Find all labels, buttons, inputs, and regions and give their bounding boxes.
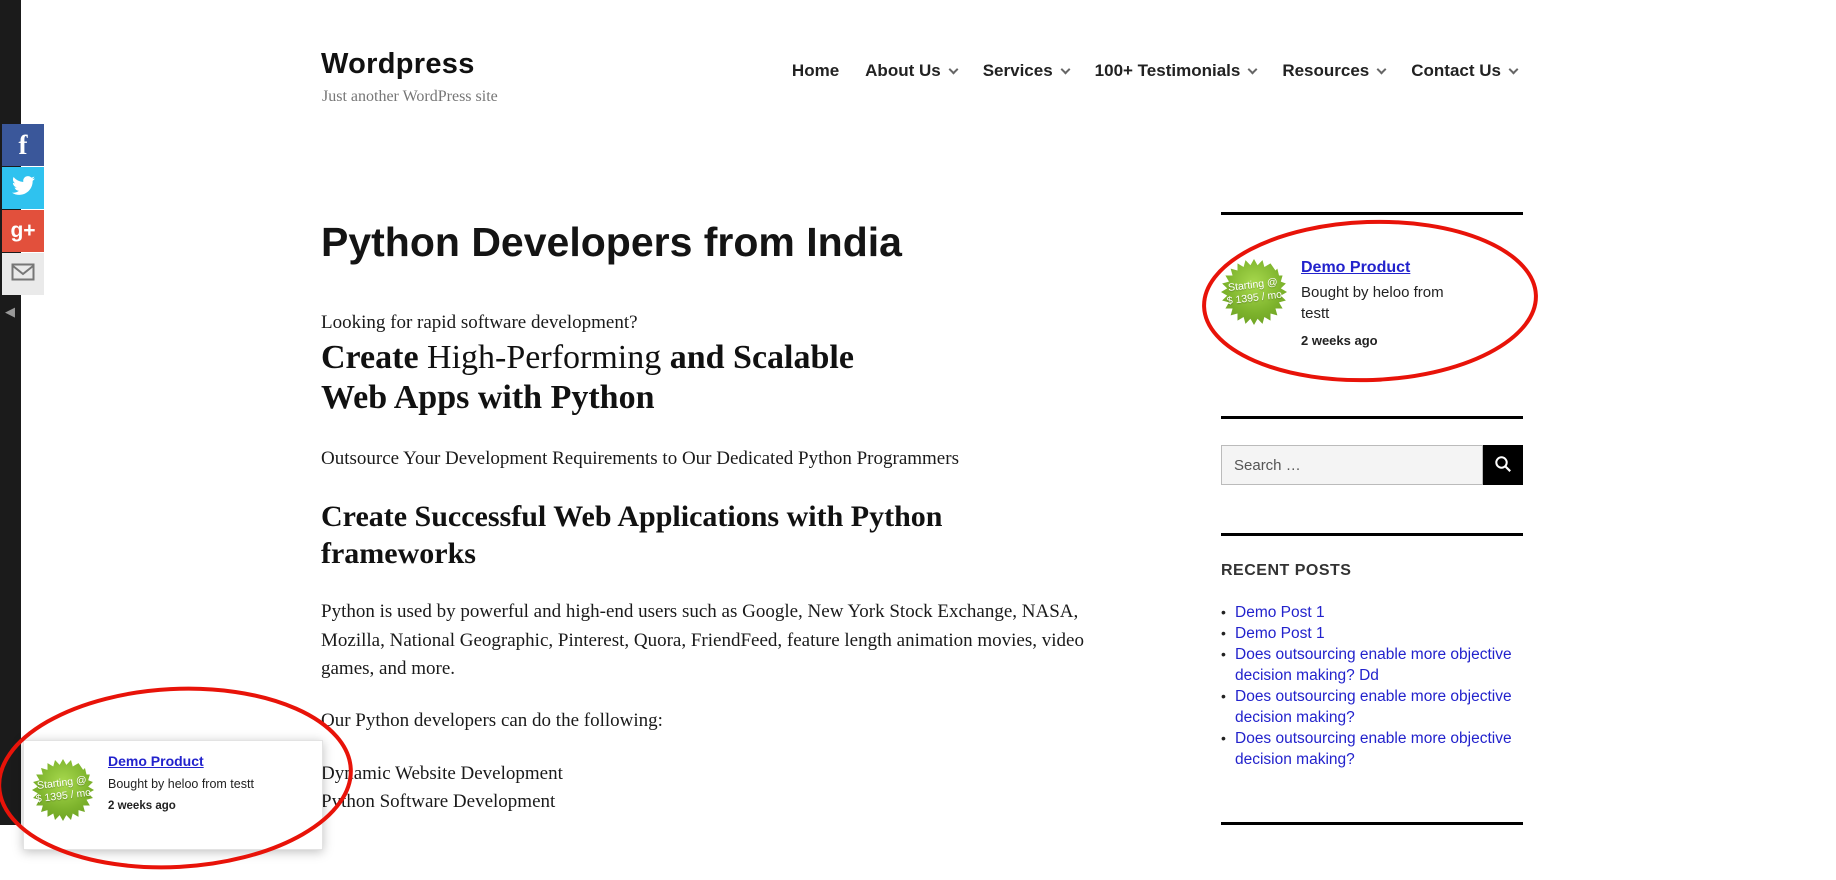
main-navigation: Home About Us Services 100+ Testimonials…: [779, 60, 1530, 82]
nav-label: Services: [982, 61, 1053, 80]
hide-social-bar-arrow-icon[interactable]: ◀: [5, 304, 15, 320]
twitter-icon: [11, 174, 35, 202]
notification-time: 2 weeks ago: [1301, 333, 1378, 348]
headline-part: High-Performing: [427, 339, 662, 376]
chevron-down-icon: [1060, 64, 1071, 75]
social-share-bar: f g+ ◀: [2, 124, 44, 321]
dev-capability-item: Dynamic Website Development: [321, 762, 563, 784]
body-paragraph: Python is used by powerful and high-end …: [321, 601, 1084, 679]
nav-label: Contact Us: [1411, 61, 1501, 80]
popup-body: Demo Product Bought by heloo from testt …: [108, 753, 254, 849]
dev-capability-item: Python Software Development: [321, 790, 556, 812]
headline-part: Create: [321, 339, 428, 376]
nav-label: About Us: [865, 61, 941, 80]
google-plus-share-button[interactable]: g+: [2, 210, 44, 252]
recent-post-link[interactable]: Demo Post 1: [1221, 602, 1523, 623]
google-plus-icon: g+: [10, 219, 36, 242]
price-badge: Starting @ $ 1395 / mo: [1221, 259, 1287, 325]
recent-post-link[interactable]: Does outsourcing enable more objective d…: [1221, 644, 1523, 686]
headline: Create High-Performing and Scalable Web …: [321, 338, 921, 418]
site-tagline: Just another WordPress site: [322, 88, 498, 105]
search-widget: [1221, 445, 1523, 485]
nav-item-services[interactable]: Services: [970, 60, 1082, 82]
recent-post-link[interactable]: Does outsourcing enable more objective d…: [1221, 728, 1523, 770]
nav-item-home[interactable]: Home: [779, 60, 852, 82]
chevron-down-icon: [1247, 64, 1258, 75]
section-heading: Create Successful Web Applications with …: [321, 500, 943, 570]
widget-divider: [1221, 212, 1523, 215]
notification-message: Bought by heloo from testt: [108, 777, 254, 791]
site-title[interactable]: Wordpress: [321, 48, 475, 81]
recent-post-link[interactable]: Demo Post 1: [1221, 623, 1523, 644]
search-icon: [1494, 455, 1512, 476]
nav-item-contact-us[interactable]: Contact Us: [1398, 60, 1530, 82]
notification-time: 2 weeks ago: [108, 800, 176, 812]
email-share-button[interactable]: [2, 253, 44, 295]
twitter-share-button[interactable]: [2, 167, 44, 209]
page-title: Python Developers from India: [321, 219, 902, 265]
nav-label: Home: [791, 61, 840, 80]
chevron-down-icon: [948, 64, 959, 75]
nav-item-resources[interactable]: Resources: [1269, 60, 1398, 82]
nav-label: 100+ Testimonials: [1094, 61, 1241, 80]
facebook-icon: f: [18, 129, 28, 160]
purchase-notification-widget: Starting @ $ 1395 / mo Demo Product Boug…: [1221, 259, 1523, 348]
widget-divider: [1221, 416, 1523, 419]
chevron-down-icon: [1376, 64, 1387, 75]
subline-text: Outsource Your Development Requirements …: [321, 448, 959, 469]
notification-body: Demo Product Bought by heloo from testt …: [1301, 259, 1461, 348]
list-intro-text: Our Python developers can do the followi…: [321, 709, 663, 731]
recent-post-link[interactable]: Does outsourcing enable more objective d…: [1221, 686, 1523, 728]
nav-item-testimonials[interactable]: 100+ Testimonials: [1082, 60, 1270, 82]
notification-message: Bought by heloo from testt: [1301, 284, 1444, 322]
main-content: Python Developers from India Looking for…: [321, 220, 1136, 816]
sidebar: Starting @ $ 1395 / mo Demo Product Boug…: [1221, 212, 1523, 825]
purchase-notification-popup[interactable]: Starting @ $ 1395 / mo Demo Product Boug…: [23, 740, 323, 850]
recent-posts-heading: RECENT POSTS: [1221, 562, 1352, 579]
dev-capabilities-list: Dynamic Website Development Python Softw…: [321, 760, 1136, 816]
intro-text: Looking for rapid software development?: [321, 312, 638, 333]
facebook-share-button[interactable]: f: [2, 124, 44, 166]
nav-item-about-us[interactable]: About Us: [852, 60, 970, 82]
nav-label: Resources: [1282, 61, 1370, 80]
email-icon: [11, 263, 35, 286]
price-badge: Starting @ $ 1395 / mo: [32, 759, 94, 821]
widget-divider: [1221, 533, 1523, 536]
search-button[interactable]: [1483, 445, 1523, 485]
search-input[interactable]: [1221, 445, 1483, 485]
chevron-down-icon: [1508, 64, 1519, 75]
demo-product-link[interactable]: Demo Product: [108, 753, 204, 769]
recent-posts-list: Demo Post 1 Demo Post 1 Does outsourcing…: [1221, 602, 1523, 770]
demo-product-link[interactable]: Demo Product: [1301, 259, 1410, 277]
